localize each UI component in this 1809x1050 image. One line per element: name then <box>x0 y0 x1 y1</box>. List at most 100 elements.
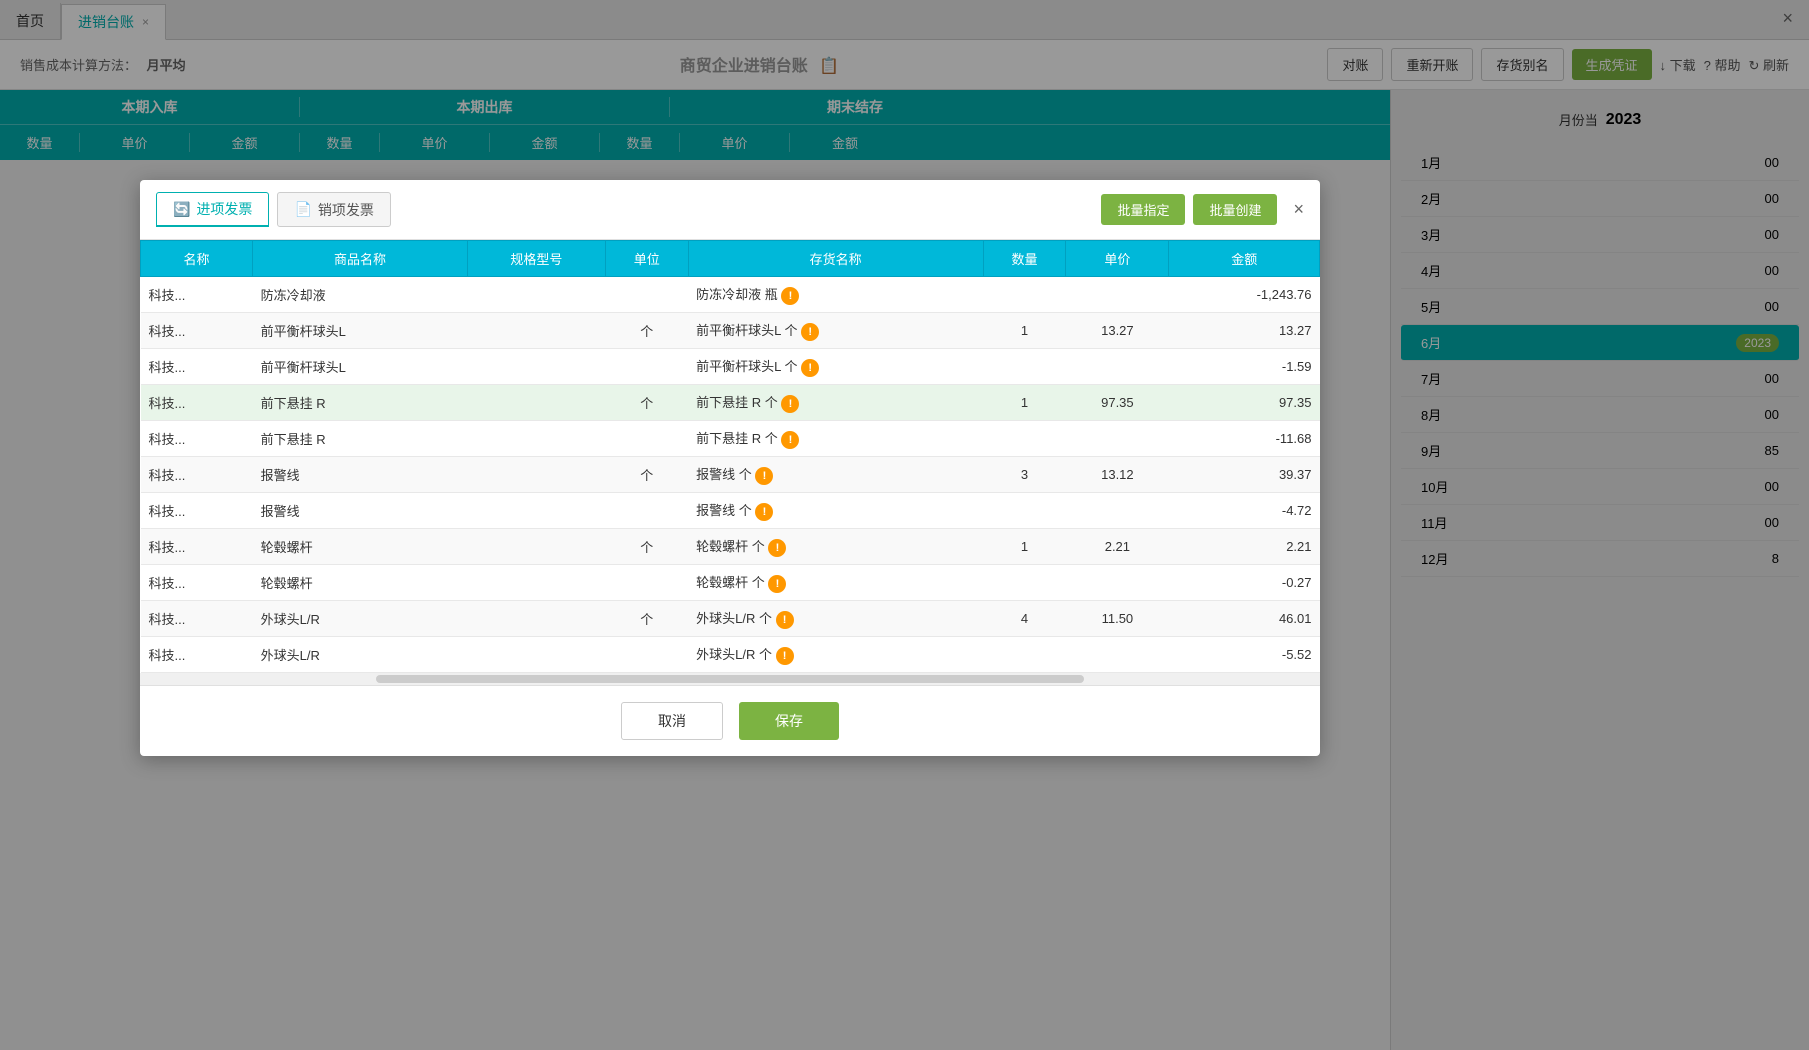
warn-icon[interactable]: ! <box>776 611 794 629</box>
cell-qty-0 <box>983 277 1066 313</box>
cell-inventory-1: 前平衡杆球头L 个 ! <box>688 313 983 349</box>
cell-inventory-6: 报警线 个 ! <box>688 493 983 529</box>
warn-icon[interactable]: ! <box>768 539 786 557</box>
cell-name-6: 科技... <box>141 493 253 529</box>
cell-unit-price-0 <box>1066 277 1169 313</box>
cell-spec-8 <box>467 565 605 601</box>
cell-qty-5: 3 <box>983 457 1066 493</box>
cell-spec-4 <box>467 421 605 457</box>
cell-inventory-3: 前下悬挂 R 个 ! <box>688 385 983 421</box>
tab-outbound-invoice[interactable]: 📄 销项发票 <box>277 192 390 227</box>
cell-unit-price-6 <box>1066 493 1169 529</box>
h-scroll-thumb[interactable] <box>376 675 1084 683</box>
warn-icon[interactable]: ! <box>781 431 799 449</box>
cell-unit-7: 个 <box>605 529 688 565</box>
modal-close-button[interactable]: × <box>1293 199 1304 220</box>
warn-icon[interactable]: ! <box>801 323 819 341</box>
cell-qty-2 <box>983 349 1066 385</box>
cell-spec-3 <box>467 385 605 421</box>
cell-qty-10 <box>983 637 1066 673</box>
tab-outbound-label: 销项发票 <box>318 200 374 220</box>
outbound-tab-icon: 📄 <box>294 201 311 218</box>
cell-name-10: 科技... <box>141 637 253 673</box>
warn-icon[interactable]: ! <box>755 467 773 485</box>
cell-amount-10: -5.52 <box>1169 637 1320 673</box>
cell-amount-4: -11.68 <box>1169 421 1320 457</box>
cell-amount-8: -0.27 <box>1169 565 1320 601</box>
cell-inventory-7: 轮毂螺杆 个 ! <box>688 529 983 565</box>
cell-amount-6: -4.72 <box>1169 493 1320 529</box>
cell-unit-price-3: 97.35 <box>1066 385 1169 421</box>
cell-product-0: 防冻冷却液 <box>253 277 468 313</box>
warn-icon[interactable]: ! <box>755 503 773 521</box>
cell-qty-4 <box>983 421 1066 457</box>
cell-amount-3: 97.35 <box>1169 385 1320 421</box>
cell-inventory-2: 前平衡杆球头L 个 ! <box>688 349 983 385</box>
tab-inbound-invoice[interactable]: 🔄 进项发票 <box>156 192 269 227</box>
batch-create-button[interactable]: 批量创建 <box>1193 194 1277 225</box>
cell-unit-price-9: 11.50 <box>1066 601 1169 637</box>
cell-inventory-10: 外球头L/R 个 ! <box>688 637 983 673</box>
cell-unit-price-2 <box>1066 349 1169 385</box>
cell-name-5: 科技... <box>141 457 253 493</box>
horizontal-scrollbar[interactable] <box>140 673 1320 685</box>
cell-inventory-0: 防冻冷却液 瓶 ! <box>688 277 983 313</box>
cell-unit-6 <box>605 493 688 529</box>
col-unit: 单位 <box>605 241 688 277</box>
table-row: 科技... 前下悬挂 R 个 前下悬挂 R 个 ! 1 97.35 97.35 <box>141 385 1320 421</box>
cell-unit-8 <box>605 565 688 601</box>
warn-icon[interactable]: ! <box>781 395 799 413</box>
col-inventory: 存货名称 <box>688 241 983 277</box>
cell-inventory-5: 报警线 个 ! <box>688 457 983 493</box>
cell-product-6: 报警线 <box>253 493 468 529</box>
cell-product-7: 轮毂螺杆 <box>253 529 468 565</box>
cell-spec-5 <box>467 457 605 493</box>
cell-inventory-4: 前下悬挂 R 个 ! <box>688 421 983 457</box>
cell-name-8: 科技... <box>141 565 253 601</box>
col-name: 名称 <box>141 241 253 277</box>
cell-unit-4 <box>605 421 688 457</box>
modal-actions: 批量指定 批量创建 <box>1101 194 1277 225</box>
cell-unit-price-7: 2.21 <box>1066 529 1169 565</box>
cell-amount-5: 39.37 <box>1169 457 1320 493</box>
cell-unit-price-4 <box>1066 421 1169 457</box>
cell-unit-price-1: 13.27 <box>1066 313 1169 349</box>
cell-amount-1: 13.27 <box>1169 313 1320 349</box>
cell-name-3: 科技... <box>141 385 253 421</box>
cell-inventory-9: 外球头L/R 个 ! <box>688 601 983 637</box>
cell-qty-1: 1 <box>983 313 1066 349</box>
cancel-button[interactable]: 取消 <box>621 702 723 740</box>
warn-icon[interactable]: ! <box>781 287 799 305</box>
cell-spec-1 <box>467 313 605 349</box>
table-row: 科技... 外球头L/R 外球头L/R 个 ! -5.52 <box>141 637 1320 673</box>
cell-product-1: 前平衡杆球头L <box>253 313 468 349</box>
cell-unit-price-10 <box>1066 637 1169 673</box>
invoice-table-wrapper: 名称 商品名称 规格型号 单位 存货名称 数量 单价 金额 科技... 防冻冷却… <box>140 240 1320 673</box>
modal-tabs: 🔄 进项发票 📄 销项发票 <box>156 192 391 227</box>
warn-icon[interactable]: ! <box>776 647 794 665</box>
cell-unit-10 <box>605 637 688 673</box>
cell-spec-7 <box>467 529 605 565</box>
cell-name-2: 科技... <box>141 349 253 385</box>
cell-qty-8 <box>983 565 1066 601</box>
cell-amount-7: 2.21 <box>1169 529 1320 565</box>
cell-name-7: 科技... <box>141 529 253 565</box>
cell-spec-9 <box>467 601 605 637</box>
warn-icon[interactable]: ! <box>768 575 786 593</box>
batch-specify-button[interactable]: 批量指定 <box>1101 194 1185 225</box>
warn-icon[interactable]: ! <box>801 359 819 377</box>
cell-amount-9: 46.01 <box>1169 601 1320 637</box>
cell-product-10: 外球头L/R <box>253 637 468 673</box>
invoice-table: 名称 商品名称 规格型号 单位 存货名称 数量 单价 金额 科技... 防冻冷却… <box>140 240 1320 673</box>
invoice-modal: 🔄 进项发票 📄 销项发票 批量指定 批量创建 × 名称 商品名称 规格型号 <box>140 180 1320 756</box>
cell-unit-5: 个 <box>605 457 688 493</box>
cell-product-9: 外球头L/R <box>253 601 468 637</box>
cell-unit-9: 个 <box>605 601 688 637</box>
inbound-tab-icon: 🔄 <box>173 201 190 218</box>
col-unit-price: 单价 <box>1066 241 1169 277</box>
cell-spec-0 <box>467 277 605 313</box>
cell-inventory-8: 轮毂螺杆 个 ! <box>688 565 983 601</box>
cell-product-3: 前下悬挂 R <box>253 385 468 421</box>
cell-name-0: 科技... <box>141 277 253 313</box>
save-button[interactable]: 保存 <box>739 702 839 740</box>
